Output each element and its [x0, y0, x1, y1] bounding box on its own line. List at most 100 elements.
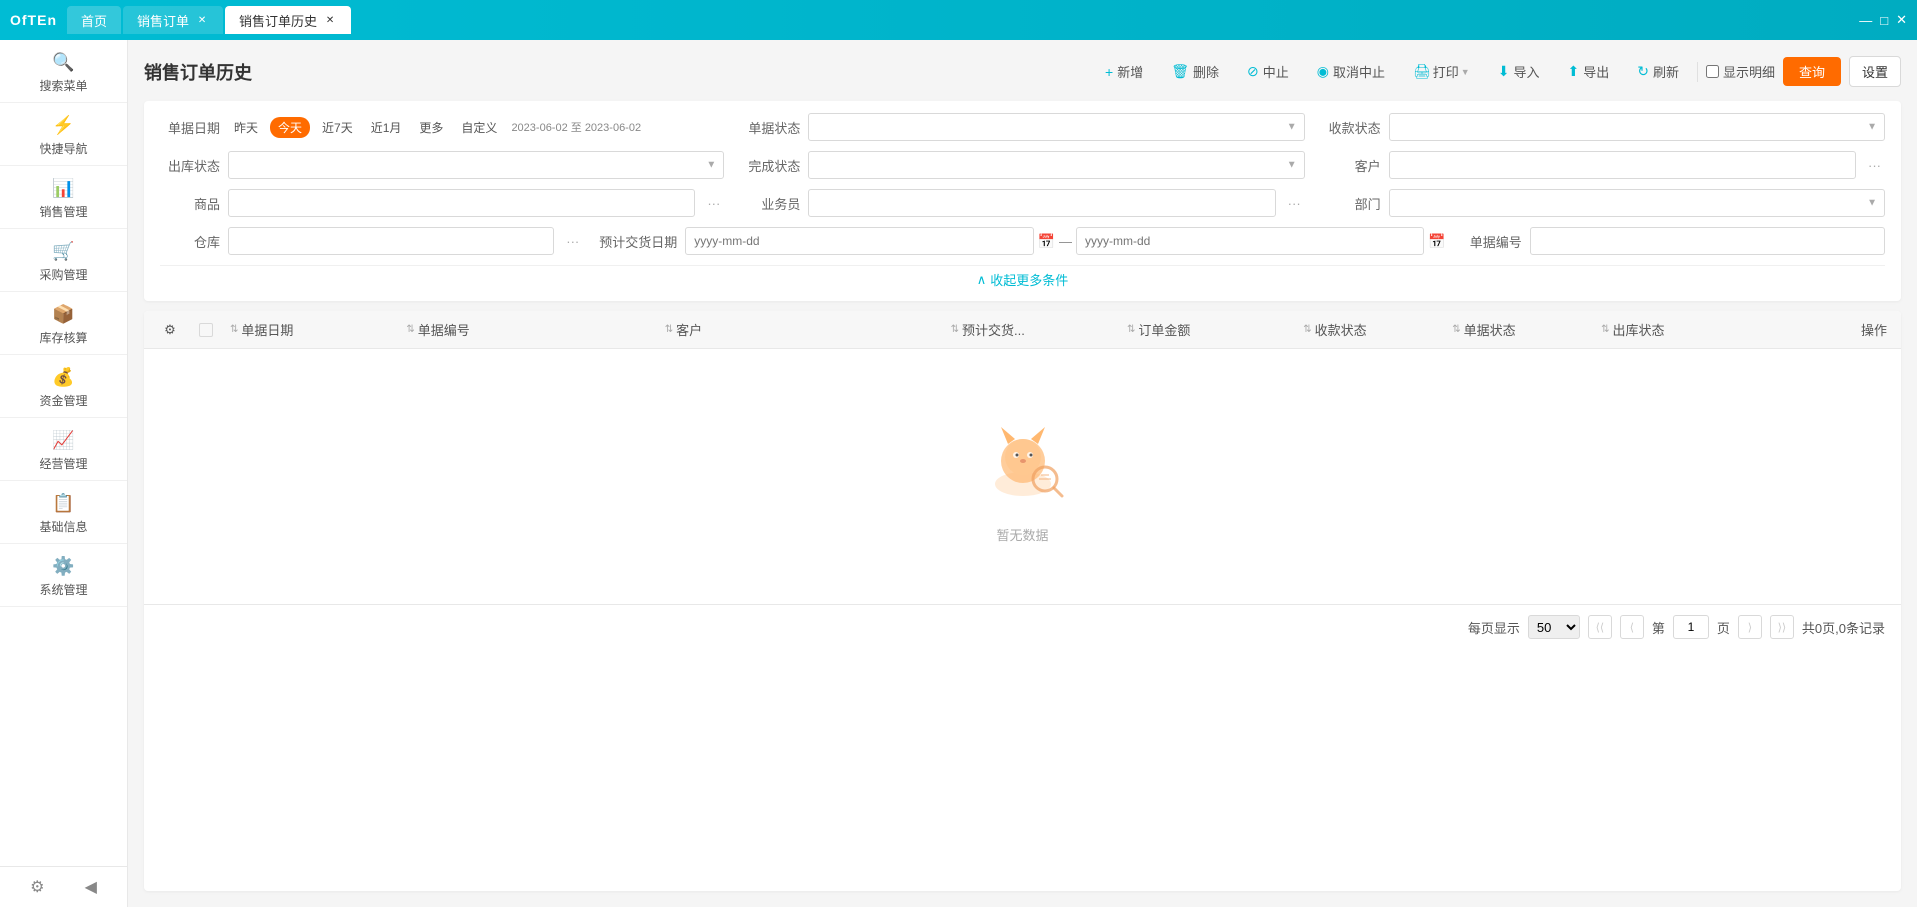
th-date-label: 单据日期	[241, 320, 293, 339]
page-number-input[interactable]	[1673, 615, 1709, 639]
sidebar-item-sales-mgmt[interactable]: 📊 销售管理	[0, 166, 127, 229]
delivery-date-label: 预计交货日期	[599, 232, 677, 251]
warehouse-input[interactable]	[228, 227, 554, 255]
filter-stock-out: 出库状态 ▼	[160, 151, 724, 179]
delivery-date-from-calendar-icon[interactable]: 📅	[1038, 233, 1055, 250]
table-header: ⚙ ⇅ 单据日期 ⇅ 单据编号 ⇅ 客户 ⇅	[144, 311, 1901, 349]
tab-sales-order[interactable]: 销售订单 ✕	[123, 6, 223, 34]
bill-status-label: 单据状态	[740, 118, 800, 137]
sidebar-item-base-info[interactable]: 📋 基础信息	[0, 481, 127, 544]
goods-input[interactable]	[228, 189, 695, 217]
th-number[interactable]: ⇅ 单据编号	[400, 320, 658, 339]
export-button[interactable]: ⬆ 导出	[1557, 58, 1619, 85]
sidebar-settings-icon[interactable]: ⚙	[30, 877, 44, 897]
refresh-label: 刷新	[1653, 62, 1679, 81]
salesperson-more-icon[interactable]: ···	[1284, 196, 1305, 211]
shortcut-custom[interactable]: 自定义	[455, 117, 503, 138]
total-label: 共0页,0条记录	[1802, 618, 1885, 637]
tab-sales-order-history-label: 销售订单历史	[239, 11, 317, 30]
import-button[interactable]: ⬇ 导入	[1488, 58, 1550, 85]
delete-button[interactable]: 🗑 删除	[1161, 58, 1229, 85]
th-amount[interactable]: ⇅ 订单金额	[1121, 320, 1297, 339]
th-settings[interactable]: ⚙	[152, 322, 188, 338]
cancel-suspend-button[interactable]: ◉ 取消中止	[1307, 58, 1395, 85]
delete-icon: 🗑	[1171, 63, 1189, 80]
th-customer[interactable]: ⇅ 客户	[659, 320, 945, 339]
tab-sales-order-close[interactable]: ✕	[195, 13, 209, 27]
stock-out-label: 出库状态	[160, 156, 220, 175]
receipt-status-select[interactable]	[1389, 113, 1885, 141]
sidebar-item-inventory[interactable]: 📦 库存核算	[0, 292, 127, 355]
sidebar-item-finance[interactable]: 💰 资金管理	[0, 355, 127, 418]
tab-sales-order-history[interactable]: 销售订单历史 ✕	[225, 6, 351, 34]
delivery-date-to-calendar-icon[interactable]: 📅	[1428, 233, 1445, 250]
warehouse-more-icon[interactable]: ···	[562, 234, 583, 249]
first-page-button[interactable]: ⟨⟨	[1588, 615, 1612, 639]
delivery-date-from-input[interactable]	[685, 227, 1033, 255]
th-delivery-label: 预计交货...	[962, 320, 1025, 339]
content-area: 销售订单历史 + 新增 🗑 删除 ⊘ 中止 ◉ 取消中止	[128, 40, 1917, 907]
shortcut-today[interactable]: 今天	[270, 117, 310, 138]
th-bill-label: 单据状态	[1464, 320, 1516, 339]
shortcut-7days[interactable]: 近7天	[316, 117, 359, 138]
window-close[interactable]: ✕	[1896, 12, 1907, 28]
th-receipt[interactable]: ⇅ 收款状态	[1297, 320, 1446, 339]
sidebar-item-purchase-mgmt[interactable]: 🛒 采购管理	[0, 229, 127, 292]
stock-out-select-wrap: ▼	[228, 151, 724, 179]
shortcut-yesterday[interactable]: 昨天	[228, 117, 264, 138]
empty-text: 暂无数据	[996, 525, 1048, 544]
collapse-bar[interactable]: ∧ 收起更多条件	[160, 265, 1885, 289]
tab-home[interactable]: 首页	[67, 6, 121, 34]
th-number-label: 单据编号	[418, 320, 470, 339]
last-page-button[interactable]: ⟩⟩	[1770, 615, 1794, 639]
sidebar-item-quick-nav[interactable]: ⚡ 快捷导航	[0, 103, 127, 166]
th-stock[interactable]: ⇅ 出库状态	[1595, 320, 1744, 339]
base-info-icon: 📋	[52, 493, 74, 514]
sidebar-item-search-menu[interactable]: 🔍 搜索菜单	[0, 40, 127, 103]
display-toggle-checkbox[interactable]	[1706, 65, 1719, 78]
sidebar-item-purchase-mgmt-label: 采购管理	[39, 266, 87, 283]
customer-more-icon[interactable]: ···	[1864, 158, 1885, 173]
window-minimize[interactable]: —	[1859, 13, 1872, 28]
filter-bill-number: 单据编号	[1462, 227, 1885, 255]
sidebar-item-operations[interactable]: 📈 经营管理	[0, 418, 127, 481]
tab-sales-order-history-close[interactable]: ✕	[323, 13, 337, 27]
bill-status-select[interactable]	[808, 113, 1304, 141]
sidebar-collapse-icon[interactable]: ◀	[85, 877, 97, 897]
page-size-select[interactable]: 10 20 50 100	[1528, 615, 1580, 639]
delivery-date-to-input[interactable]	[1076, 227, 1424, 255]
goods-more-icon[interactable]: ···	[703, 196, 724, 211]
th-date[interactable]: ⇅ 单据日期	[224, 320, 400, 339]
window-maximize[interactable]: □	[1880, 13, 1888, 28]
filter-warehouse: 仓库 ···	[160, 227, 583, 255]
th-amount-sort-icon: ⇅	[1127, 324, 1135, 335]
suspend-button[interactable]: ⊘ 中止	[1237, 58, 1299, 85]
search-menu-icon: 🔍	[52, 52, 74, 73]
customer-label: 客户	[1321, 156, 1381, 175]
next-page-button[interactable]: ⟩	[1738, 615, 1762, 639]
new-button[interactable]: + 新增	[1095, 58, 1153, 85]
query-button[interactable]: 查询	[1783, 57, 1841, 86]
print-button[interactable]: 🖨 打印 ▼	[1403, 58, 1480, 85]
sidebar-item-sales-mgmt-label: 销售管理	[39, 203, 87, 220]
th-checkbox[interactable]	[188, 323, 224, 337]
bill-number-input[interactable]	[1530, 227, 1885, 255]
prev-page-button[interactable]: ⟨	[1620, 615, 1644, 639]
th-customer-label: 客户	[676, 320, 702, 339]
settings-button[interactable]: 设置	[1849, 56, 1901, 87]
th-bill[interactable]: ⇅ 单据状态	[1446, 320, 1595, 339]
select-all-checkbox[interactable]	[199, 323, 213, 337]
customer-input[interactable]	[1389, 151, 1856, 179]
finance-icon: 💰	[52, 367, 74, 388]
sidebar-item-sys-mgmt[interactable]: ⚙️ 系统管理	[0, 544, 127, 607]
salesperson-input[interactable]	[808, 189, 1275, 217]
stock-out-select[interactable]	[228, 151, 724, 179]
shortcut-more[interactable]: 更多	[413, 117, 449, 138]
th-delivery[interactable]: ⇅ 预计交货...	[945, 320, 1121, 339]
shortcut-1month[interactable]: 近1月	[365, 117, 408, 138]
department-select[interactable]	[1389, 189, 1885, 217]
sidebar-item-operations-label: 经营管理	[39, 455, 87, 472]
display-toggle[interactable]: 显示明细	[1706, 62, 1775, 81]
complete-select[interactable]	[808, 151, 1304, 179]
refresh-button[interactable]: ↻ 刷新	[1627, 58, 1689, 85]
